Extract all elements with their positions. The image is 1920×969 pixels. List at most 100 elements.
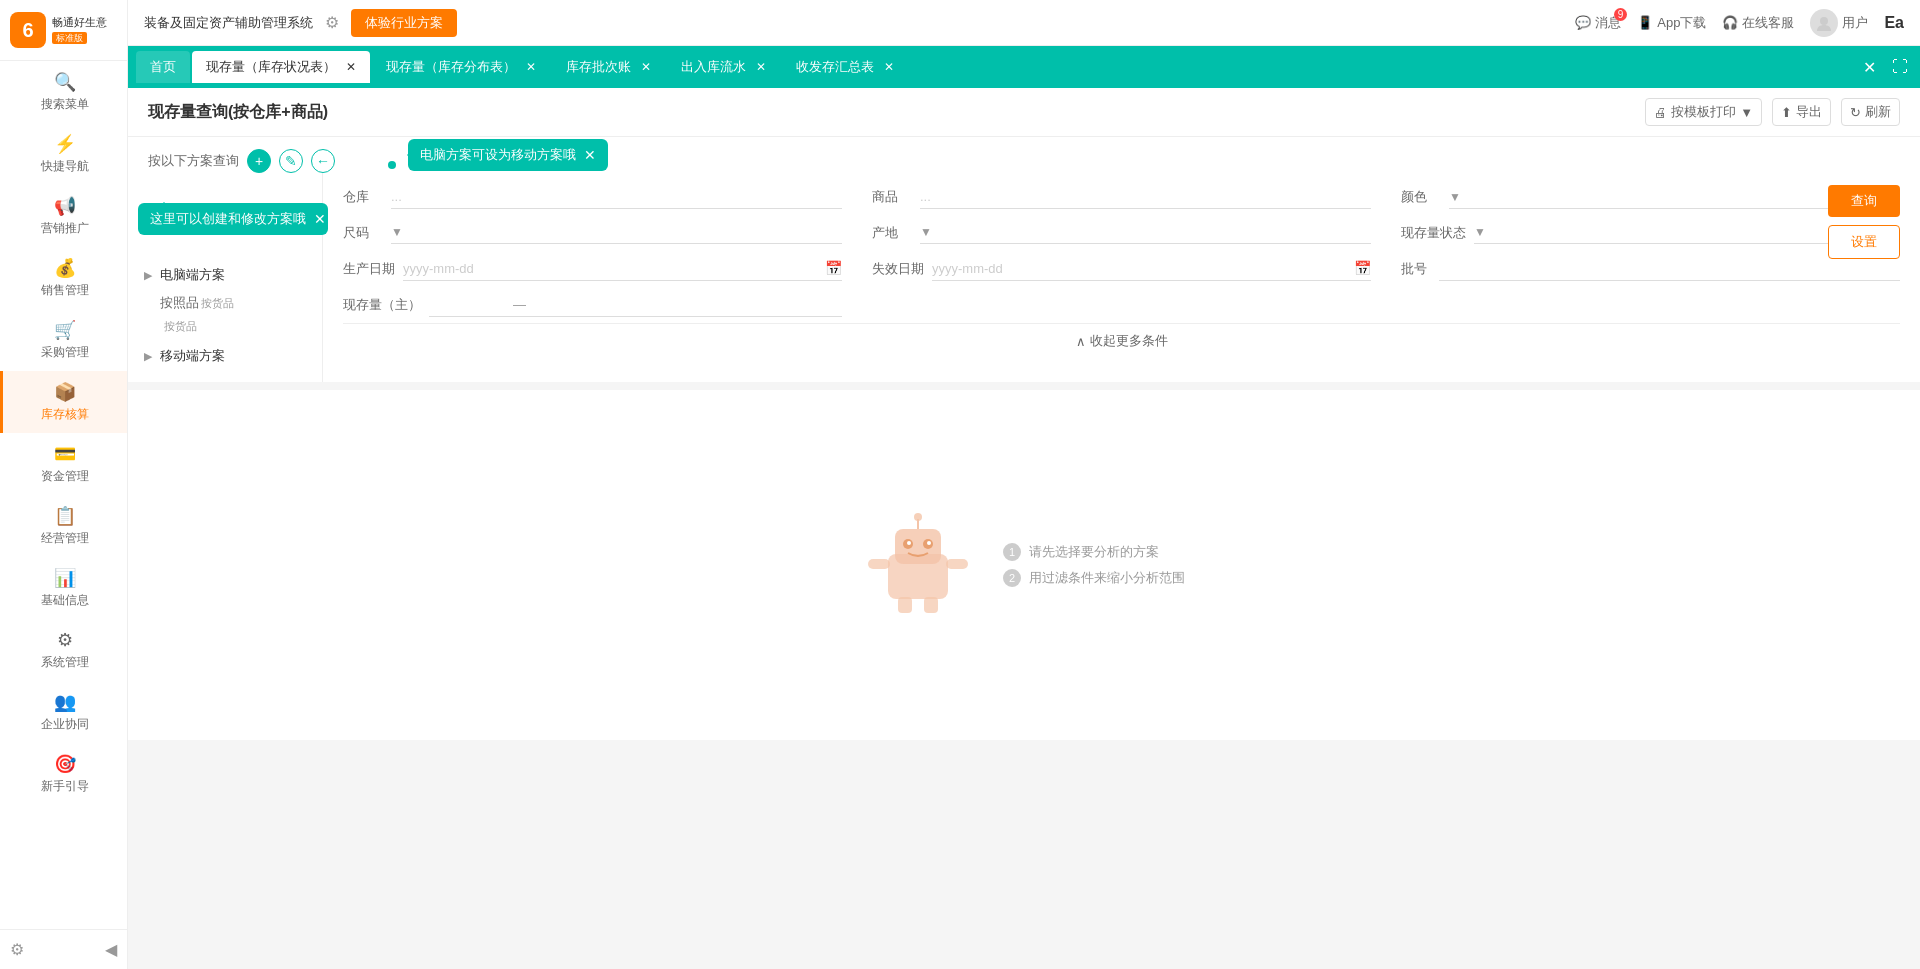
color-label: 颜色 (1401, 188, 1441, 206)
tab-close-icon[interactable]: ✕ (641, 60, 651, 74)
sidebar-item-sales[interactable]: 💰 销售管理 (0, 247, 127, 309)
sidebar-item-nav[interactable]: ⚡ 快捷导航 (0, 123, 127, 185)
sidebar-item-management[interactable]: 📋 经营管理 (0, 495, 127, 557)
calendar-icon[interactable]: 📅 (825, 260, 842, 276)
nav-icon: ⚡ (54, 133, 76, 155)
size-field: 尺码 ▼ (343, 221, 842, 244)
system-icon: ⚙ (57, 629, 73, 651)
tab-home[interactable]: 首页 (136, 51, 190, 83)
filter-row2: 尺码 ▼ 产地 ▼ 现存量状态 (343, 221, 1900, 244)
stock-qty-min[interactable] (429, 297, 509, 312)
sidebar-item-marketing[interactable]: 📢 营销推广 (0, 185, 127, 247)
scheme-pc-sub[interactable]: 按照品 按货品 (140, 289, 310, 317)
header-left: 装备及固定资产辅助管理系统 ⚙ 体验行业方案 (144, 9, 457, 37)
app-download-item[interactable]: 📱 App下载 (1637, 14, 1706, 32)
sidebar-item-search[interactable]: 🔍 搜索菜单 (0, 61, 127, 123)
scheme-mobile[interactable]: ▶ 移动端方案 (140, 342, 310, 370)
warehouse-field: 仓库 ... (343, 185, 842, 209)
sys-name: 装备及固定资产辅助管理系统 (144, 14, 313, 32)
tooltip-create-scheme: 这里可以创建和修改方案哦 ✕ (138, 203, 328, 235)
reset-button[interactable]: 设置 (1828, 225, 1900, 259)
tab-inout-flow[interactable]: 出入库流水 ✕ (667, 51, 780, 83)
tab-close-icon[interactable]: ✕ (526, 60, 536, 74)
stock-qty-range: — (429, 293, 842, 317)
user-item[interactable]: 用户 (1810, 9, 1868, 37)
svg-rect-2 (895, 529, 941, 564)
sidebar-item-system[interactable]: ⚙ 系统管理 (0, 619, 127, 681)
sidebar-item-purchase[interactable]: 🛒 采购管理 (0, 309, 127, 371)
tab-summary[interactable]: 收发存汇总表 ✕ (782, 51, 908, 83)
logo-icon: 6 (10, 12, 46, 48)
color-field: 颜色 ▼ (1401, 185, 1900, 209)
produce-date-input[interactable]: yyyy-mm-dd 📅 (403, 256, 842, 281)
tab-close-all-icon[interactable]: ✕ (1859, 54, 1880, 81)
support-item[interactable]: 🎧 在线客服 (1722, 14, 1794, 32)
sidebar-item-inventory[interactable]: 📦 库存核算 (0, 371, 127, 433)
gear-icon[interactable]: ⚙ (325, 13, 339, 32)
settings-bottom-icon[interactable]: ⚙ (10, 940, 24, 959)
avatar (1810, 9, 1838, 37)
tooltip2-close[interactable]: ✕ (314, 211, 326, 227)
origin-select[interactable]: ▼ (920, 221, 1371, 244)
collapse-button[interactable]: ∧ 收起更多条件 (343, 323, 1900, 354)
industry-solution-button[interactable]: 体验行业方案 (351, 9, 457, 37)
empty-svg (863, 509, 973, 619)
tab-bar: 首页 现存量（库存状况表） ✕ 现存量（库存分布表） ✕ 库存批次账 ✕ 出入库… (128, 46, 1920, 88)
sidebar-item-collab[interactable]: 👥 企业协同 (0, 681, 127, 743)
refresh-button[interactable]: ↻ 刷新 (1841, 98, 1900, 126)
message-icon-item[interactable]: 💬 消息 9 (1575, 14, 1621, 32)
stock-qty-max[interactable] (530, 297, 610, 312)
stock-qty-label: 现存量（主） (343, 296, 421, 314)
empty-tip1: 1 请先选择要分析的方案 (1003, 543, 1185, 561)
warehouse-select[interactable]: ... (391, 185, 842, 209)
edit-scheme-button[interactable]: ✎ (279, 149, 303, 173)
add-scheme-button[interactable]: + (247, 149, 271, 173)
size-select[interactable]: ▼ (391, 221, 842, 244)
tab-inventory-dist[interactable]: 现存量（库存分布表） ✕ (372, 51, 550, 83)
expire-date-input[interactable]: yyyy-mm-dd 📅 (932, 256, 1371, 281)
tab-batch-account[interactable]: 库存批次账 ✕ (552, 51, 665, 83)
tab-expand-icon[interactable]: ⛶ (1888, 54, 1912, 80)
tab-close-icon[interactable]: ✕ (884, 60, 894, 74)
query-button[interactable]: 查询 (1828, 185, 1900, 217)
sidebar-item-guide[interactable]: 🎯 新手引导 (0, 743, 127, 805)
goods-select[interactable]: ... (920, 185, 1371, 209)
stock-qty-field: 现存量（主） — (343, 293, 842, 317)
svg-rect-7 (868, 559, 890, 569)
scheme-panel: 这里可以创建和修改方案哦 ✕ ▶ 电脑端方案 按照品 按货品 按货品 (128, 173, 323, 382)
tooltip-arrow (401, 149, 413, 161)
finance-icon: 💳 (54, 443, 76, 465)
sidebar-item-finance[interactable]: 💳 资金管理 (0, 433, 127, 495)
management-icon: 📋 (54, 505, 76, 527)
batch-input[interactable] (1439, 257, 1900, 281)
tip-num-2: 2 (1003, 569, 1021, 587)
sidebar-item-basic-info[interactable]: 📊 基础信息 (0, 557, 127, 619)
ea-text: Ea (1884, 14, 1904, 32)
empty-tips: 1 请先选择要分析的方案 2 用过滤条件来缩小分析范围 (1003, 543, 1185, 587)
logo-text: 畅通好生意 标准版 (52, 15, 107, 46)
export-button[interactable]: ⬆ 导出 (1772, 98, 1831, 126)
tooltip1-close[interactable]: ✕ (584, 147, 596, 163)
collapse-sidebar-icon[interactable]: ◀ (105, 940, 117, 959)
svg-point-0 (1820, 17, 1828, 25)
empty-tip2: 2 用过滤条件来缩小分析范围 (1003, 569, 1185, 587)
produce-placeholder: yyyy-mm-dd (403, 261, 474, 276)
batch-label: 批号 (1401, 260, 1431, 278)
chevron-down-icon: ▼ (1740, 105, 1753, 120)
range-dash: — (513, 297, 526, 312)
calendar-icon2[interactable]: 📅 (1354, 260, 1371, 276)
basicinfo-icon: 📊 (54, 567, 76, 589)
search-btn-group: 查询 设置 (1828, 185, 1900, 259)
filter-header: 按以下方案查询 + ✎ ← 电脑方案可设为移动方案哦 ✕ (128, 137, 1920, 173)
scheme-pc[interactable]: ▶ 电脑端方案 (140, 261, 310, 289)
print-button[interactable]: 🖨 按模板打印 ▼ (1645, 98, 1762, 126)
size-label: 尺码 (343, 224, 383, 242)
back-button[interactable]: ← (311, 149, 335, 173)
guide-icon: 🎯 (54, 753, 76, 775)
tab-close-icon[interactable]: ✕ (346, 60, 356, 74)
tab-close-icon[interactable]: ✕ (756, 60, 766, 74)
tab-inventory-status[interactable]: 现存量（库存状况表） ✕ (192, 51, 370, 83)
sub-more: 按货品 (201, 296, 234, 311)
svg-point-6 (927, 541, 931, 545)
filter-label: 按以下方案查询 (148, 152, 239, 170)
